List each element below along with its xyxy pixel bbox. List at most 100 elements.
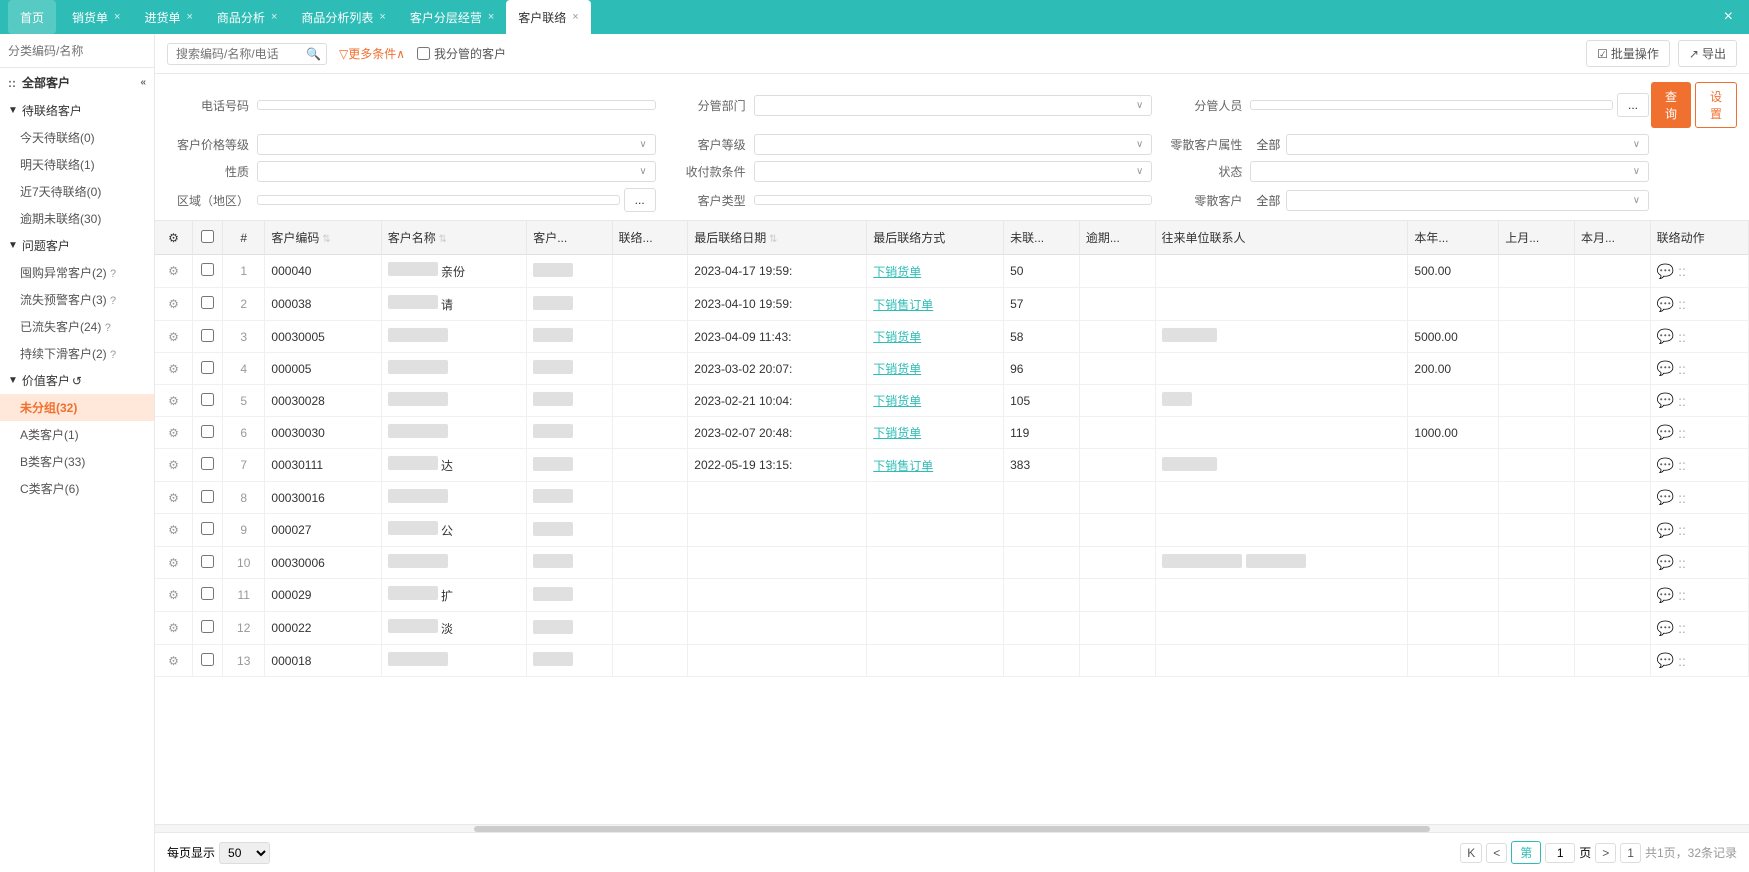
batch-operation-btn[interactable]: ☑ 批量操作 xyxy=(1586,40,1670,67)
row-settings[interactable]: ⚙ xyxy=(155,645,192,677)
chat-icon[interactable]: 💬 xyxy=(1657,587,1674,604)
row-checkbox[interactable] xyxy=(201,296,214,309)
tab-product-analysis[interactable]: 商品分析 × xyxy=(205,0,289,34)
page-size-select[interactable]: 50 100 200 xyxy=(219,842,270,864)
select-all-checkbox[interactable] xyxy=(201,230,214,243)
refresh-icon[interactable]: ↺ xyxy=(72,374,82,388)
sidebar-group-value[interactable]: ▼ 价值客户 ↺ xyxy=(0,367,154,394)
region-ellipsis-btn[interactable]: ... xyxy=(624,188,656,212)
grid-action-icon[interactable]: :: xyxy=(1678,522,1686,538)
overdue-col-header[interactable]: 逾期... xyxy=(1079,221,1155,255)
tab-customer-segment[interactable]: 客户分层经营 × xyxy=(398,0,506,34)
contact-method-link[interactable]: 下销货单 xyxy=(873,265,921,279)
person-ellipsis-btn[interactable]: ... xyxy=(1617,93,1649,117)
sidebar-all-customers[interactable]: :: 全部客户 « xyxy=(0,68,154,97)
row-checkbox[interactable] xyxy=(201,263,214,276)
last-contact-date-col-header[interactable]: 最后联络日期 xyxy=(688,221,867,255)
row-settings[interactable]: ⚙ xyxy=(155,255,192,288)
sidebar-item-overdue[interactable]: 逾期未联络(30) xyxy=(0,205,154,232)
sidebar-item-class-b[interactable]: B类客户(33) xyxy=(0,448,154,475)
row-settings[interactable]: ⚙ xyxy=(155,547,192,579)
grid-action-icon[interactable]: :: xyxy=(1678,361,1686,377)
chat-icon[interactable]: 💬 xyxy=(1657,392,1674,409)
contact-method-link[interactable]: 下销货单 xyxy=(873,394,921,408)
close-icon[interactable]: × xyxy=(271,11,277,23)
prev-page-btn[interactable]: < xyxy=(1486,843,1507,863)
grid-action-icon[interactable]: :: xyxy=(1678,490,1686,506)
query-button[interactable]: 查询 xyxy=(1651,82,1691,128)
last-page-btn[interactable]: 1 xyxy=(1620,843,1641,863)
close-icon[interactable]: × xyxy=(114,11,120,23)
sidebar-item-churn-warning[interactable]: 流失预警客户(3) ? xyxy=(0,286,154,313)
price-level-select[interactable]: ∨ xyxy=(257,134,656,155)
grid-action-icon[interactable]: :: xyxy=(1678,425,1686,441)
person-input[interactable] xyxy=(1250,100,1613,110)
my-customers-filter[interactable]: 我分管的客户 xyxy=(417,45,506,62)
row-checkbox[interactable] xyxy=(201,329,214,342)
chat-icon[interactable]: 💬 xyxy=(1657,620,1674,637)
chat-icon[interactable]: 💬 xyxy=(1657,424,1674,441)
chat-icon[interactable]: 💬 xyxy=(1657,652,1674,669)
tab-customer-contact[interactable]: 客户联络 × xyxy=(506,0,590,34)
row-checkbox[interactable] xyxy=(201,425,214,438)
close-icon[interactable]: × xyxy=(572,11,578,23)
row-settings[interactable]: ⚙ xyxy=(155,321,192,353)
sidebar-item-class-c[interactable]: C类客户(6) xyxy=(0,475,154,502)
row-settings[interactable]: ⚙ xyxy=(155,288,192,321)
row-settings[interactable]: ⚙ xyxy=(155,612,192,645)
row-settings[interactable]: ⚙ xyxy=(155,449,192,482)
row-checkbox[interactable] xyxy=(201,653,214,666)
grid-action-icon[interactable]: :: xyxy=(1678,457,1686,473)
tab-purchase[interactable]: 进货单 × xyxy=(132,0,204,34)
help-icon[interactable]: ? xyxy=(110,268,116,280)
type-col-header[interactable]: 客户... xyxy=(527,221,612,255)
sidebar-item-ungrouped[interactable]: 未分组(32) xyxy=(0,394,154,421)
horizontal-scrollbar[interactable] xyxy=(155,824,1749,832)
last-contact-method-col-header[interactable]: 最后联络方式 xyxy=(867,221,1004,255)
contact-method-link[interactable]: 下销售订单 xyxy=(873,298,933,312)
retail-attr-select[interactable]: ∨ xyxy=(1286,134,1649,155)
no-contact-col-header[interactable]: 未联... xyxy=(1004,221,1080,255)
reset-button[interactable]: 设置 xyxy=(1695,82,1737,128)
sidebar-item-abnormal[interactable]: 囤购异常客户(2) ? xyxy=(0,259,154,286)
region-input[interactable] xyxy=(257,195,620,205)
sidebar-item-class-a[interactable]: A类客户(1) xyxy=(0,421,154,448)
close-icon[interactable]: × xyxy=(186,11,192,23)
help-icon[interactable]: ? xyxy=(105,322,111,334)
contact-method-link[interactable]: 下销售订单 xyxy=(873,459,933,473)
sidebar-search-input[interactable] xyxy=(8,44,155,58)
sidebar-item-tomorrow[interactable]: 明天待联络(1) xyxy=(0,151,154,178)
help-icon[interactable]: ? xyxy=(110,349,116,361)
retail-customer-select[interactable]: ∨ xyxy=(1286,190,1649,211)
sidebar-item-today[interactable]: 今天待联络(0) xyxy=(0,124,154,151)
contact-method-link[interactable]: 下销货单 xyxy=(873,426,921,440)
grid-action-icon[interactable]: :: xyxy=(1678,296,1686,312)
row-checkbox[interactable] xyxy=(201,620,214,633)
export-btn[interactable]: ↗ 导出 xyxy=(1678,40,1737,67)
sidebar-group-problem[interactable]: ▼ 问题客户 xyxy=(0,232,154,259)
next-page-btn[interactable]: > xyxy=(1595,843,1616,863)
chat-icon[interactable]: 💬 xyxy=(1657,360,1674,377)
row-checkbox[interactable] xyxy=(201,361,214,374)
tab-product-list[interactable]: 商品分析列表 × xyxy=(289,0,397,34)
nature-select[interactable]: ∨ xyxy=(257,161,656,182)
chat-icon[interactable]: 💬 xyxy=(1657,328,1674,345)
chat-icon[interactable]: 💬 xyxy=(1657,296,1674,313)
grid-action-icon[interactable]: :: xyxy=(1678,555,1686,571)
grid-action-icon[interactable]: :: xyxy=(1678,263,1686,279)
code-col-header[interactable]: 客户编码 xyxy=(265,221,381,255)
dept-select[interactable]: ∨ xyxy=(754,95,1153,116)
tab-home[interactable]: 首页 xyxy=(8,0,56,34)
chat-icon[interactable]: 💬 xyxy=(1657,522,1674,539)
row-checkbox[interactable] xyxy=(201,587,214,600)
name-col-header[interactable]: 客户名称 xyxy=(381,221,527,255)
help-icon[interactable]: ? xyxy=(110,295,116,307)
contact-method-link[interactable]: 下销货单 xyxy=(873,362,921,376)
row-settings[interactable]: ⚙ xyxy=(155,353,192,385)
customer-level-select[interactable]: ∨ xyxy=(754,134,1153,155)
grid-action-icon[interactable]: :: xyxy=(1678,587,1686,603)
collapse-icon[interactable]: « xyxy=(140,77,146,88)
chat-icon[interactable]: 💬 xyxy=(1657,554,1674,571)
search-icon[interactable]: 🔍 xyxy=(306,47,321,61)
search-input[interactable] xyxy=(176,47,306,61)
